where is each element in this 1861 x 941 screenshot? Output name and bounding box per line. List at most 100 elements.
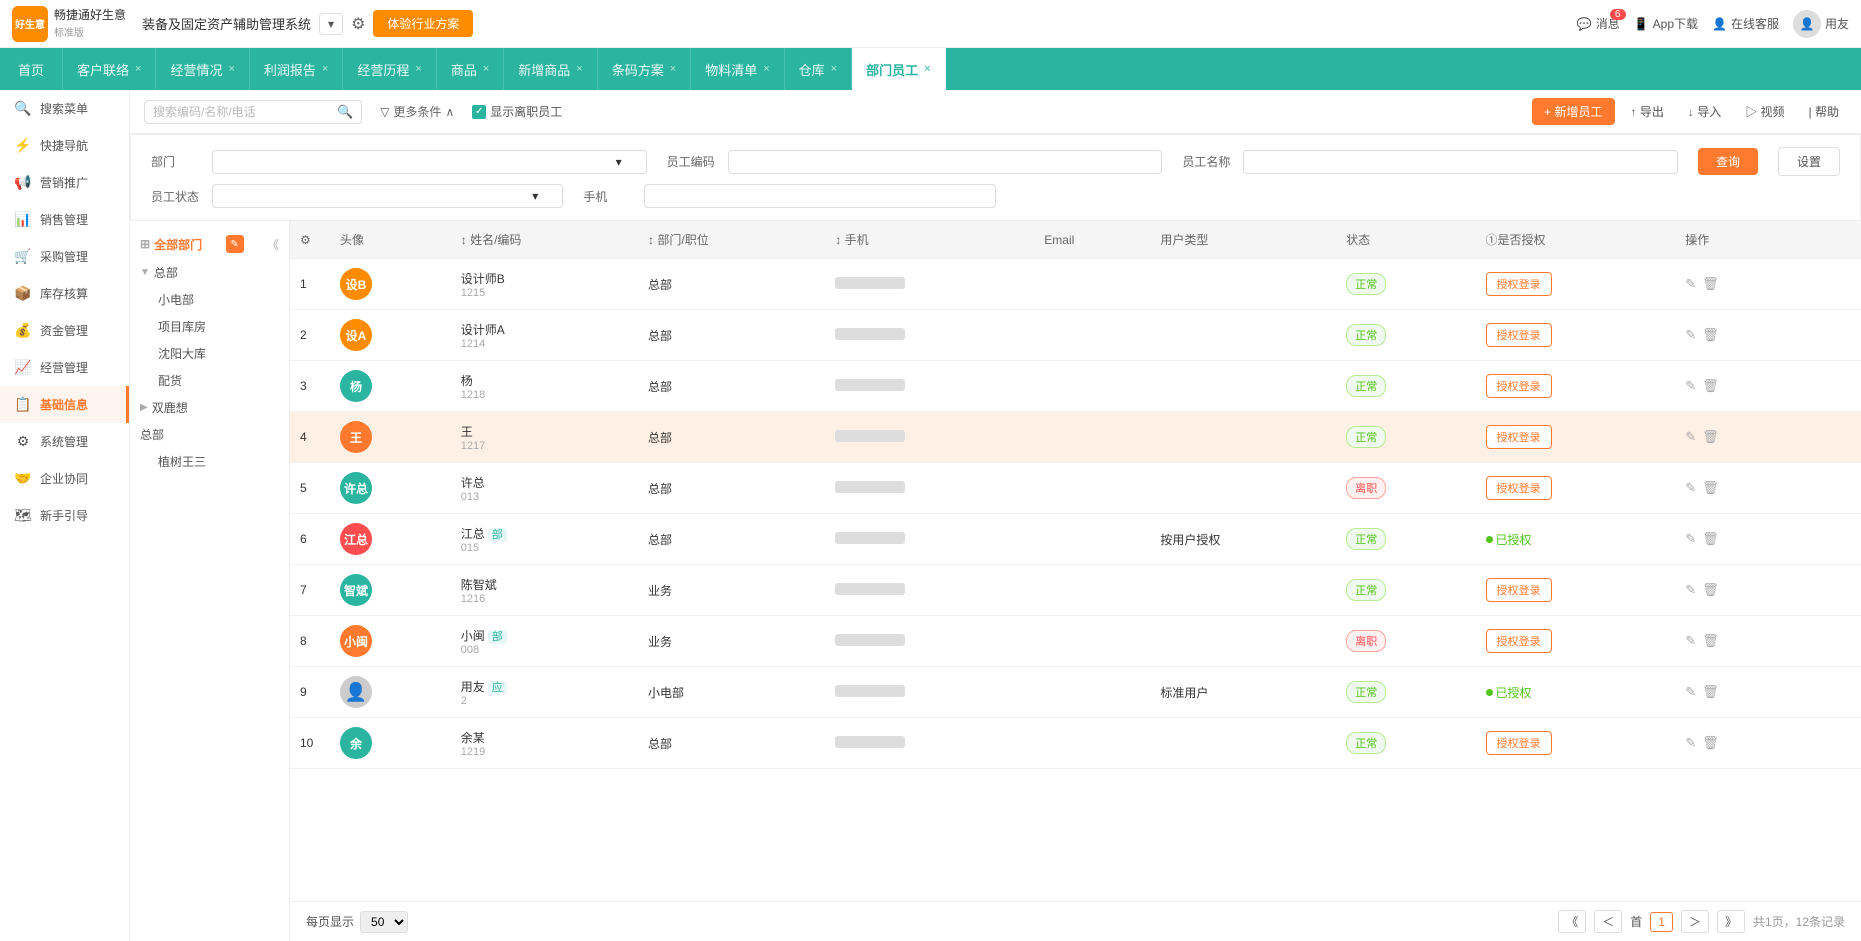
close-icon[interactable]: × [135, 63, 141, 75]
close-icon[interactable]: × [415, 63, 421, 75]
reset-button[interactable]: 设置 [1778, 147, 1840, 176]
phone-input[interactable] [644, 184, 995, 208]
edit-icon[interactable]: ✎ [1685, 531, 1696, 547]
edit-icon[interactable]: ✎ [1685, 276, 1696, 292]
edit-icon[interactable]: ✎ [1685, 582, 1696, 598]
edit-icon[interactable]: ✎ [1685, 429, 1696, 445]
trial-button[interactable]: 体验行业方案 [373, 10, 473, 37]
tree-item-head[interactable]: ▼ 总部 [130, 259, 289, 286]
edit-icon[interactable]: ✎ [1685, 327, 1696, 343]
more-filter-button[interactable]: ▽ 更多条件 ∧ [372, 99, 462, 124]
close-icon[interactable]: × [322, 63, 328, 75]
dept-select[interactable]: ▾ [212, 150, 647, 174]
sidebar-item-search[interactable]: 🔍 搜索菜单 [0, 90, 129, 127]
tab-goods[interactable]: 商品 × [437, 48, 504, 90]
sidebar-item-basic-info[interactable]: 📋 基础信息 [0, 386, 129, 423]
auth-login-button[interactable]: 授权登录 [1486, 272, 1552, 296]
delete-icon[interactable]: 🗑 [1702, 378, 1719, 394]
edit-icon[interactable]: ✎ [1685, 684, 1696, 700]
sidebar-item-system[interactable]: ⚙ 系统管理 [0, 423, 129, 460]
sidebar-item-purchase[interactable]: 🛒 采购管理 [0, 238, 129, 275]
sidebar-item-ops[interactable]: 📈 经营管理 [0, 349, 129, 386]
tree-item-double-dear[interactable]: ▶ 双鹿想 [130, 394, 289, 421]
export-button[interactable]: ↑ 导出 [1623, 99, 1672, 124]
auth-login-button[interactable]: 授权登录 [1486, 323, 1552, 347]
query-button[interactable]: 查询 [1698, 148, 1758, 175]
tree-item-head2[interactable]: 总部 [130, 421, 289, 448]
tab-warehouse[interactable]: 仓库 × [785, 48, 852, 90]
tree-item-distribution[interactable]: 配货 [130, 367, 289, 394]
close-icon[interactable]: × [228, 63, 234, 75]
auth-login-button[interactable]: 授权登录 [1486, 629, 1552, 653]
emp-name-input[interactable] [1243, 150, 1678, 174]
close-icon[interactable]: × [831, 63, 837, 75]
close-icon[interactable]: × [924, 63, 930, 75]
gear-button[interactable]: ⚙ [351, 14, 365, 34]
close-icon[interactable]: × [576, 63, 582, 75]
last-page-button[interactable]: 》 [1717, 910, 1745, 933]
close-icon[interactable]: × [483, 63, 489, 75]
sidebar-item-marketing[interactable]: 📢 营销推广 [0, 164, 129, 201]
edit-icon[interactable]: ✎ [1685, 633, 1696, 649]
delete-icon[interactable]: 🗑 [1702, 684, 1719, 700]
app-download-button[interactable]: 📱 App下载 [1634, 15, 1698, 32]
user-area[interactable]: 👤 用友 [1793, 10, 1849, 38]
delete-icon[interactable]: 🗑 [1702, 327, 1719, 343]
delete-icon[interactable]: 🗑 [1702, 735, 1719, 751]
first-page-button[interactable]: 《 [1558, 910, 1586, 933]
tree-item-project-room[interactable]: 项目库房 [130, 313, 289, 340]
delete-icon[interactable]: 🗑 [1702, 633, 1719, 649]
delete-icon[interactable]: 🗑 [1702, 582, 1719, 598]
tab-history[interactable]: 经营历程 × [343, 48, 436, 90]
sidebar-item-finance[interactable]: 💰 资金管理 [0, 312, 129, 349]
online-service-button[interactable]: 👤 在线客服 [1712, 15, 1779, 32]
auth-login-button[interactable]: 授权登录 [1486, 731, 1552, 755]
tab-profit[interactable]: 利润报告 × [250, 48, 343, 90]
auth-login-button[interactable]: 授权登录 [1486, 374, 1552, 398]
tab-new-goods[interactable]: 新增商品 × [504, 48, 597, 90]
view-button[interactable]: ▷ 视频 [1737, 99, 1792, 124]
tab-barcode[interactable]: 条码方案 × [598, 48, 691, 90]
tree-collapse-button[interactable]: 《 [267, 236, 279, 253]
emp-code-input[interactable] [728, 150, 1163, 174]
sidebar-item-inventory[interactable]: 📦 库存核算 [0, 275, 129, 312]
delete-icon[interactable]: 🗑 [1702, 429, 1719, 445]
edit-icon[interactable]: ✎ [1685, 480, 1696, 496]
tab-business[interactable]: 经营情况 × [156, 48, 249, 90]
delete-icon[interactable]: 🗑 [1702, 480, 1719, 496]
tab-material[interactable]: 物料清单 × [691, 48, 784, 90]
close-icon[interactable]: × [670, 63, 676, 75]
auth-login-button[interactable]: 授权登录 [1486, 476, 1552, 500]
delete-icon[interactable]: 🗑 [1702, 276, 1719, 292]
auth-login-button[interactable]: 授权登录 [1486, 578, 1552, 602]
edit-icon[interactable]: ✎ [1685, 735, 1696, 751]
tab-customer[interactable]: 客户联络 × [63, 48, 156, 90]
auth-login-button[interactable]: 授权登录 [1486, 425, 1552, 449]
per-page-select[interactable]: 50 [360, 911, 408, 933]
add-employee-button[interactable]: + 新增员工 [1532, 98, 1614, 125]
tree-item-small-elec[interactable]: 小电部 [130, 286, 289, 313]
col-phone[interactable]: ↕ 手机 [825, 221, 1034, 259]
show-resigned-toggle[interactable]: ✓ 显示离职员工 [472, 103, 562, 120]
sidebar-item-sales[interactable]: 📊 销售管理 [0, 201, 129, 238]
sidebar-item-shortcut[interactable]: ⚡ 快捷导航 [0, 127, 129, 164]
tab-home[interactable]: 首页 [0, 48, 63, 90]
emp-status-select[interactable]: ▾ [212, 184, 563, 208]
sidebar-item-collab[interactable]: 🤝 企业协同 [0, 460, 129, 497]
col-setting[interactable]: ⚙ [290, 221, 330, 259]
tab-dept-employee[interactable]: 部门员工 × [852, 48, 945, 90]
import-button[interactable]: ↓ 导入 [1680, 99, 1729, 124]
next-page-button[interactable]: ＞ [1681, 910, 1709, 933]
resigned-checkbox[interactable]: ✓ [472, 105, 486, 119]
tree-item-plant-king[interactable]: 植树王三 [130, 448, 289, 475]
sys-title-dropdown[interactable]: ▾ [319, 13, 343, 35]
col-name[interactable]: ↕ 姓名/编码 [451, 221, 638, 259]
prev-page-button[interactable]: ＜ [1594, 910, 1622, 933]
search-input[interactable] [153, 105, 333, 119]
col-dept[interactable]: ↕ 部门/职位 [638, 221, 825, 259]
all-dept-label[interactable]: 全部部门 [154, 236, 202, 253]
sidebar-item-guide[interactable]: 🗺 新手引导 [0, 497, 129, 534]
edit-icon[interactable]: ✎ [1685, 378, 1696, 394]
help-button[interactable]: | 帮助 [1801, 99, 1847, 124]
message-button[interactable]: 💬 消息 6 [1577, 15, 1620, 32]
